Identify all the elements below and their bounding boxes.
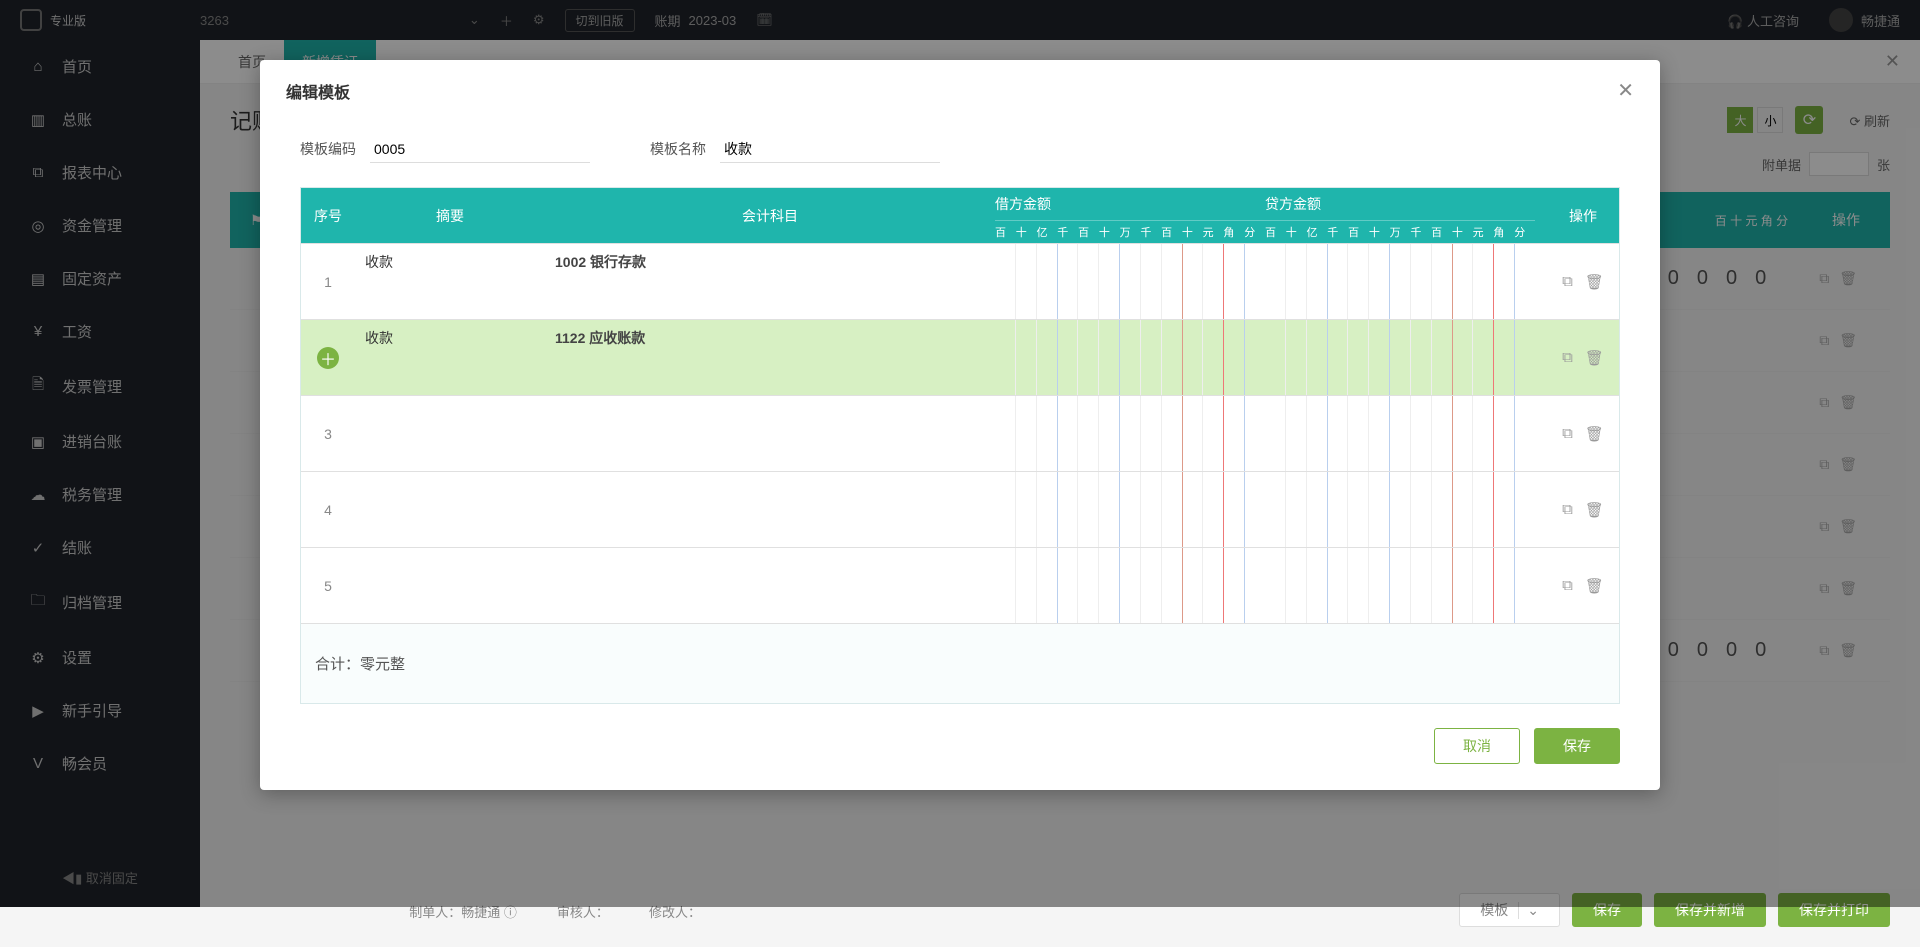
digit-header: 千 bbox=[1410, 221, 1431, 243]
copy-icon[interactable]: ⧉ bbox=[1562, 425, 1573, 442]
close-icon[interactable]: ✕ bbox=[1617, 78, 1634, 103]
cell-credit[interactable] bbox=[1265, 244, 1535, 319]
modal-title: 编辑模板 bbox=[286, 79, 350, 103]
cell-seq: 4 bbox=[301, 472, 355, 547]
digit-header: 百 bbox=[1265, 221, 1286, 243]
header-credit: 贷方金额 百十亿千百十万千百十元角分 bbox=[1265, 188, 1535, 243]
header-ops: 操作 bbox=[1535, 188, 1631, 243]
header-debit: 借方金额 百十亿千百十万千百十元角分 bbox=[995, 188, 1265, 243]
cell-seq: 5 bbox=[301, 548, 355, 623]
cell-ops: ⧉🗑 bbox=[1535, 548, 1631, 623]
copy-icon[interactable]: ⧉ bbox=[1562, 349, 1573, 366]
add-row-button[interactable]: ＋ bbox=[317, 347, 339, 369]
cell-subject[interactable]: 1122 应收账款 bbox=[545, 320, 995, 395]
cell-credit[interactable] bbox=[1265, 396, 1535, 471]
cancel-button[interactable]: 取消 bbox=[1434, 728, 1520, 764]
cell-ops: ⧉🗑 bbox=[1535, 396, 1631, 471]
digit-header: 千 bbox=[1327, 221, 1348, 243]
digit-header: 万 bbox=[1390, 221, 1411, 243]
template-row[interactable]: 4 ⧉ 🗑 bbox=[301, 471, 1619, 547]
template-name-label: 模板名称 bbox=[650, 139, 706, 159]
template-row[interactable]: 1收款1002 银行存款 ⧉ 🗑 bbox=[301, 243, 1619, 319]
delete-icon[interactable]: 🗑 bbox=[1585, 577, 1604, 595]
digit-header: 十 bbox=[1286, 221, 1307, 243]
delete-icon[interactable]: 🗑 bbox=[1585, 273, 1604, 291]
digit-header: 十 bbox=[1099, 221, 1120, 243]
delete-icon[interactable]: 🗑 bbox=[1585, 425, 1604, 443]
modal-inputs: 模板编码 模板名称 bbox=[260, 121, 1660, 187]
cell-subject[interactable] bbox=[545, 472, 995, 547]
cell-subject[interactable]: 1002 银行存款 bbox=[545, 244, 995, 319]
header-seq: 序号 bbox=[301, 188, 355, 243]
cell-seq: 1 bbox=[301, 244, 355, 319]
cell-summary[interactable] bbox=[355, 548, 545, 623]
digit-header: 千 bbox=[1140, 221, 1161, 243]
cell-subject[interactable] bbox=[545, 396, 995, 471]
template-row[interactable]: 5 ⧉ 🗑 bbox=[301, 547, 1619, 623]
cell-seq: 3 bbox=[301, 396, 355, 471]
cell-summary[interactable] bbox=[355, 396, 545, 471]
copy-icon[interactable]: ⧉ bbox=[1562, 577, 1573, 594]
cell-credit[interactable] bbox=[1265, 548, 1535, 623]
digit-header: 元 bbox=[1203, 221, 1224, 243]
digit-header: 十 bbox=[1452, 221, 1473, 243]
digit-header: 千 bbox=[1057, 221, 1078, 243]
delete-icon[interactable]: 🗑 bbox=[1585, 349, 1604, 367]
digit-header: 元 bbox=[1473, 221, 1494, 243]
edit-template-modal: 编辑模板 ✕ 模板编码 模板名称 序号 摘要 会计科目 借方金额 百十亿千百十万… bbox=[260, 60, 1660, 790]
digit-header: 万 bbox=[1120, 221, 1141, 243]
total-row: 合计：零元整 bbox=[301, 623, 1619, 703]
digit-header: 百 bbox=[1431, 221, 1452, 243]
cell-debit[interactable] bbox=[995, 320, 1265, 395]
digit-header: 百 bbox=[1161, 221, 1182, 243]
template-row[interactable]: ＋ 收款1122 应收账款 ⧉ 🗑 bbox=[301, 319, 1619, 395]
modal-header: 编辑模板 ✕ bbox=[260, 60, 1660, 121]
cell-debit[interactable] bbox=[995, 548, 1265, 623]
cell-subject[interactable] bbox=[545, 548, 995, 623]
digit-header: 亿 bbox=[1307, 221, 1328, 243]
save-button[interactable]: 保存 bbox=[1534, 728, 1620, 764]
digit-header: 分 bbox=[1244, 221, 1265, 243]
cell-debit[interactable] bbox=[995, 244, 1265, 319]
cell-debit[interactable] bbox=[995, 396, 1265, 471]
digit-header: 角 bbox=[1223, 221, 1244, 243]
cell-ops: ⧉🗑 bbox=[1535, 244, 1631, 319]
digit-header: 百 bbox=[995, 221, 1016, 243]
cell-summary[interactable]: 收款 bbox=[355, 244, 545, 319]
digit-header: 十 bbox=[1182, 221, 1203, 243]
cell-debit[interactable] bbox=[995, 472, 1265, 547]
template-row[interactable]: 3 ⧉ 🗑 bbox=[301, 395, 1619, 471]
cell-seq: ＋ bbox=[301, 320, 355, 395]
template-name-input[interactable] bbox=[720, 135, 940, 163]
digit-header: 百 bbox=[1078, 221, 1099, 243]
cell-ops: ⧉🗑 bbox=[1535, 472, 1631, 547]
cell-summary[interactable]: 收款 bbox=[355, 320, 545, 395]
cell-summary[interactable] bbox=[355, 472, 545, 547]
template-code-input[interactable] bbox=[370, 135, 590, 163]
modal-overlay: 编辑模板 ✕ 模板编码 模板名称 序号 摘要 会计科目 借方金额 百十亿千百十万… bbox=[0, 0, 1920, 907]
digit-header: 十 bbox=[1016, 221, 1037, 243]
copy-icon[interactable]: ⧉ bbox=[1562, 501, 1573, 518]
cell-ops: ⧉🗑 bbox=[1535, 320, 1631, 395]
digit-header: 亿 bbox=[1037, 221, 1058, 243]
template-table: 序号 摘要 会计科目 借方金额 百十亿千百十万千百十元角分 贷方金额 百十亿千百… bbox=[300, 187, 1620, 704]
cell-credit[interactable] bbox=[1265, 320, 1535, 395]
cell-credit[interactable] bbox=[1265, 472, 1535, 547]
digit-header: 角 bbox=[1493, 221, 1514, 243]
copy-icon[interactable]: ⧉ bbox=[1562, 273, 1573, 290]
digit-header: 分 bbox=[1514, 221, 1535, 243]
header-summary: 摘要 bbox=[355, 188, 545, 243]
header-subject: 会计科目 bbox=[545, 188, 995, 243]
template-code-label: 模板编码 bbox=[300, 139, 356, 159]
modal-footer: 取消 保存 bbox=[260, 704, 1660, 790]
digit-header: 十 bbox=[1369, 221, 1390, 243]
delete-icon[interactable]: 🗑 bbox=[1585, 501, 1604, 519]
digit-header: 百 bbox=[1348, 221, 1369, 243]
template-table-header: 序号 摘要 会计科目 借方金额 百十亿千百十万千百十元角分 贷方金额 百十亿千百… bbox=[301, 188, 1619, 243]
